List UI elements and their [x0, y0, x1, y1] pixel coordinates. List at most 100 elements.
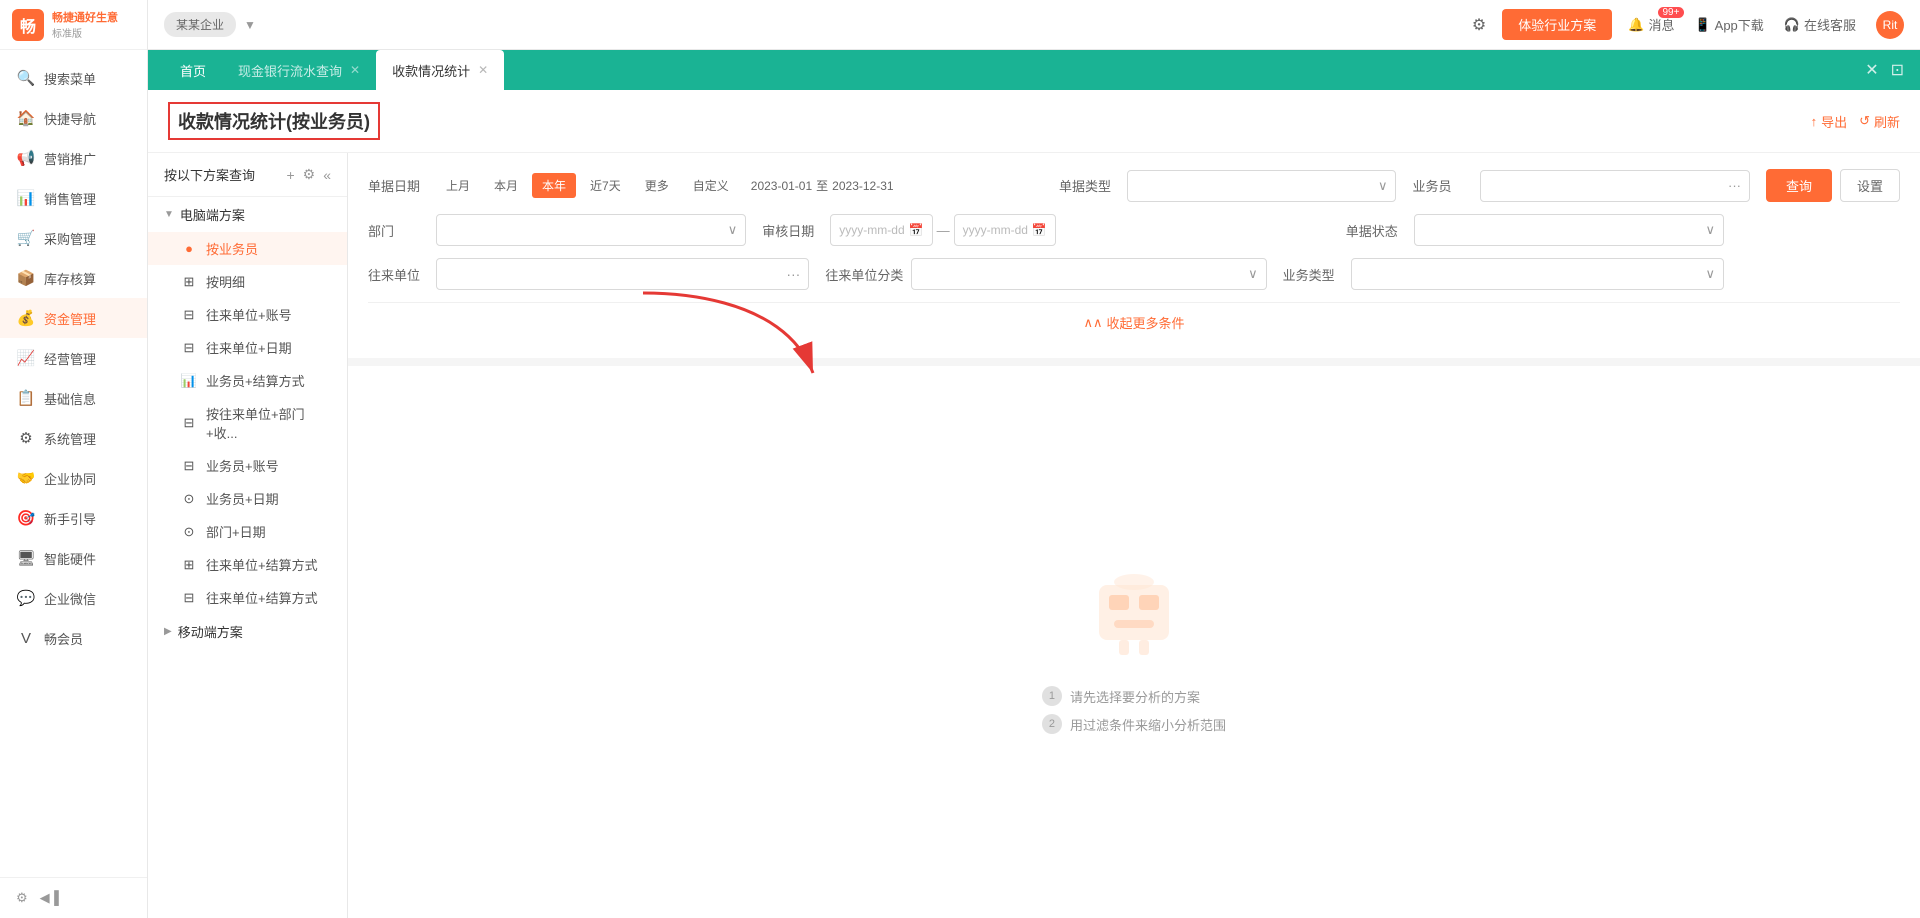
partner-select[interactable]: ··· — [436, 258, 809, 290]
filter-partner-item: 往来单位 ··· — [368, 258, 809, 290]
empty-tips: 1 请先选择要分析的方案 2 用过滤条件来缩小分析范围 — [1042, 686, 1226, 734]
scheme-panel: 按以下方案查询 + ⚙ « ▼ 电脑端方案 ● 按业务员 — [148, 153, 348, 918]
scheme-item-partner-settle1[interactable]: ⊞ 往来单位+结算方式 — [148, 548, 347, 581]
filter-doctype-item: 单据类型 ∨ — [1059, 170, 1397, 202]
tab-home[interactable]: 首页 — [164, 50, 222, 90]
close-receipt-tab[interactable]: ✕ — [478, 63, 488, 77]
sidebar-item-system[interactable]: ⚙ 系统管理 — [0, 418, 147, 458]
inventory-icon: 📦 — [16, 268, 36, 288]
scheme-group-desktop-header[interactable]: ▼ 电脑端方案 — [148, 197, 347, 232]
gear-icon[interactable]: ⚙ — [1472, 15, 1486, 35]
sidebar-item-hardware[interactable]: 🖥 智能硬件 — [0, 538, 147, 578]
date-tab-last7[interactable]: 近7天 — [580, 173, 631, 198]
scheme-item-dept-date[interactable]: ⊙ 部门+日期 — [148, 515, 347, 548]
collapsed-arrow-icon: ▶ — [164, 626, 172, 637]
close-bank-tab[interactable]: ✕ — [350, 63, 360, 77]
partner-classify-chevron-icon: ∨ — [1248, 266, 1258, 282]
scheme-settings-button[interactable]: ⚙ — [303, 166, 316, 183]
member-icon: V — [16, 628, 36, 648]
scheme-item-by-detail[interactable]: ⊞ 按明细 — [148, 265, 347, 298]
scheme-item-partner-account[interactable]: ⊟ 往来单位+账号 — [148, 298, 347, 331]
scheme-item-partner-date[interactable]: ⊟ 往来单位+日期 — [148, 331, 347, 364]
hardware-icon: 🖥 — [16, 548, 36, 568]
biz-type-label: 业务类型 — [1283, 265, 1343, 284]
refresh-button[interactable]: ↺ 刷新 — [1859, 112, 1900, 131]
window-controls: ✕ ⊡ — [1865, 60, 1904, 80]
service-button[interactable]: 🎧 在线客服 — [1784, 15, 1856, 34]
scheme-add-button[interactable]: + — [286, 167, 294, 183]
partner-classify-select[interactable]: ∨ — [911, 258, 1266, 290]
setting-button[interactable]: 设置 — [1840, 169, 1900, 202]
logo-text: 畅捷通好生意 标准版 — [52, 9, 118, 40]
partner-more-icon[interactable]: ··· — [786, 266, 800, 282]
query-button[interactable]: 查询 — [1766, 169, 1832, 202]
content-body: 按以下方案查询 + ⚙ « ▼ 电脑端方案 ● 按业务员 — [148, 153, 1920, 918]
sidebar-item-purchase[interactable]: 🛒 采购管理 — [0, 218, 147, 258]
top-header: 某某企业 ▼ ⚙ 体验行业方案 🔔 消息 99+ 📱 App下载 🎧 — [148, 0, 1920, 50]
review-date-label: 审核日期 — [762, 221, 822, 240]
review-date-input-group: yyyy-mm-dd 📅 — yyyy-mm-dd 📅 — [830, 214, 1329, 246]
sidebar-item-operation[interactable]: 📈 经营管理 — [0, 338, 147, 378]
doc-status-chevron-icon: ∨ — [1705, 222, 1715, 238]
close-window-button[interactable]: ✕ — [1865, 60, 1878, 80]
tab-bank[interactable]: 现金银行流水查询 ✕ — [222, 50, 376, 90]
app-download-button[interactable]: 📱 App下载 — [1694, 15, 1763, 34]
sidebar-item-shortcut[interactable]: 🏠 快捷导航 — [0, 98, 147, 138]
grid-icon-2: ⊞ — [180, 556, 198, 574]
scheme-group-mobile-header[interactable]: ▶ 移动端方案 — [148, 614, 347, 649]
scheme-item-by-staff[interactable]: ● 按业务员 — [148, 232, 347, 265]
message-badge: 99+ — [1658, 7, 1685, 18]
user-avatar[interactable]: Rit — [1876, 11, 1904, 39]
tab-receipt[interactable]: 收款情况统计 ✕ — [376, 50, 504, 90]
sidebar-item-basic[interactable]: 📋 基础信息 — [0, 378, 147, 418]
sidebar-settings-icon[interactable]: ⚙ — [16, 890, 28, 906]
basic-icon: 📋 — [16, 388, 36, 408]
main-area: 某某企业 ▼ ⚙ 体验行业方案 🔔 消息 99+ 📱 App下载 🎧 — [148, 0, 1920, 918]
date-filter-tabs: 上月 本月 本年 近7天 更多 自定义 2023-01-01 至 — [436, 173, 894, 198]
dept-select[interactable]: ∨ — [436, 214, 746, 246]
scheme-item-staff-settle[interactable]: 📊 业务员+结算方式 — [148, 364, 347, 397]
staff-more-icon[interactable]: ··· — [1728, 178, 1741, 193]
scheme-item-partner-dept[interactable]: ⊟ 按往来单位+部门+收... — [148, 397, 347, 449]
doc-status-select[interactable]: ∨ — [1414, 214, 1724, 246]
scheme-collapse-button[interactable]: « — [323, 167, 331, 183]
staff-select[interactable]: ··· — [1480, 170, 1750, 202]
sidebar-item-enterprise[interactable]: 🤝 企业协同 — [0, 458, 147, 498]
empty-tip-2: 2 用过滤条件来缩小分析范围 — [1042, 714, 1226, 734]
sidebar-item-guide[interactable]: 🎯 新手引导 — [0, 498, 147, 538]
collapse-more-conditions-button[interactable]: ∧∧ 收起更多条件 — [368, 302, 1900, 342]
sidebar-item-member[interactable]: V 畅会员 — [0, 618, 147, 658]
date-tab-this-month[interactable]: 本月 — [484, 173, 528, 198]
sidebar-item-sales[interactable]: 📊 销售管理 — [0, 178, 147, 218]
scheme-item-staff-date[interactable]: ⊙ 业务员+日期 — [148, 482, 347, 515]
empty-state: 1 请先选择要分析的方案 2 用过滤条件来缩小分析范围 — [348, 366, 1920, 918]
review-date-from[interactable]: yyyy-mm-dd 📅 — [830, 214, 932, 246]
scheme-item-partner-settle2[interactable]: ⊟ 往来单位+结算方式 — [148, 581, 347, 614]
sidebar-item-inventory[interactable]: 📦 库存核算 — [0, 258, 147, 298]
sidebar-item-marketing[interactable]: 📢 营销推广 — [0, 138, 147, 178]
doctype-select[interactable]: ∨ — [1127, 170, 1397, 202]
date-tab-last-month[interactable]: 上月 — [436, 173, 480, 198]
sidebar-item-wechat[interactable]: 💬 企业微信 — [0, 578, 147, 618]
maximize-window-button[interactable]: ⊡ — [1891, 60, 1904, 80]
sidebar-item-capital[interactable]: 💰 资金管理 — [0, 298, 147, 338]
trial-button[interactable]: 体验行业方案 — [1502, 9, 1612, 40]
message-button[interactable]: 🔔 消息 99+ — [1628, 15, 1674, 34]
table-icon-4: ⊟ — [180, 457, 198, 475]
grid-icon: ⊞ — [180, 273, 198, 291]
scheme-item-staff-account[interactable]: ⊟ 业务员+账号 — [148, 449, 347, 482]
biz-type-select[interactable]: ∨ — [1351, 258, 1724, 290]
sidebar-collapse-icon[interactable]: ◀▐ — [40, 890, 59, 906]
export-button[interactable]: ↑ 导出 — [1811, 112, 1848, 131]
date-tab-more[interactable]: 更多 — [635, 173, 679, 198]
dropdown-icon[interactable]: ▼ — [244, 18, 256, 32]
doctype-chevron-icon: ∨ — [1378, 178, 1388, 194]
date-tab-custom[interactable]: 自定义 — [683, 173, 739, 198]
date-tab-this-year[interactable]: 本年 — [532, 173, 576, 198]
wechat-icon: 💬 — [16, 588, 36, 608]
review-date-to[interactable]: yyyy-mm-dd 📅 — [954, 214, 1056, 246]
filter-doc-status-item: 单据状态 ∨ — [1346, 214, 1724, 246]
sidebar-item-search[interactable]: 🔍 搜索菜单 — [0, 58, 147, 98]
filter-row-2: 部门 ∨ 审核日期 yyyy-mm-dd — [368, 214, 1900, 246]
page-header-actions: ↑ 导出 ↺ 刷新 — [1811, 112, 1900, 131]
